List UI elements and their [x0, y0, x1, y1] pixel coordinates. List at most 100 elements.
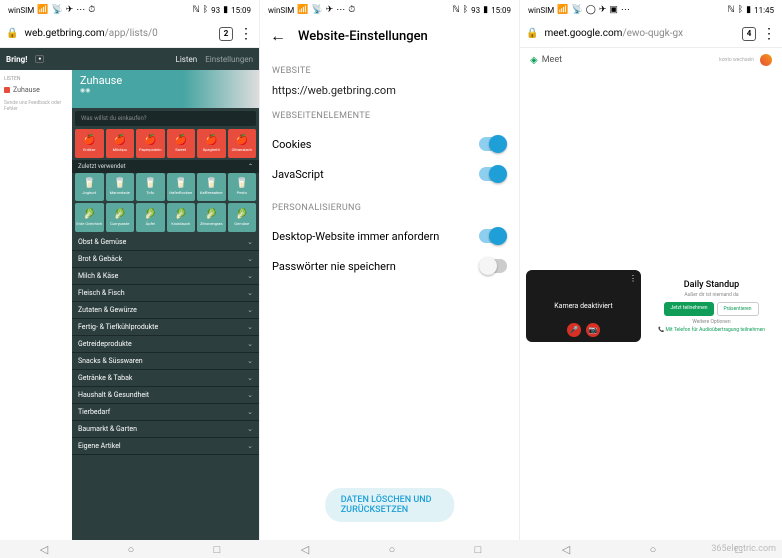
shopping-tile[interactable]: 🍎Spaghetti: [197, 129, 226, 158]
back-button[interactable]: ◁: [301, 543, 309, 556]
back-button[interactable]: ◁: [40, 543, 48, 556]
bring-logo: Bring!: [6, 55, 27, 64]
recent-tile[interactable]: 🥛Pesto: [228, 173, 257, 202]
toggle-passwords[interactable]: [479, 259, 507, 273]
category-row[interactable]: Baumarkt & Garten⌄: [72, 421, 259, 438]
more-icon: ⋯: [336, 5, 345, 15]
tab-count-button[interactable]: 4: [742, 27, 756, 41]
category-row[interactable]: Tierbedarf⌄: [72, 404, 259, 421]
chevron-down-icon: ⌄: [247, 340, 253, 348]
camera-preview: Kamera deaktiviert 🎤 📷 ⋮: [526, 270, 641, 342]
tab-count-button[interactable]: 2: [219, 27, 233, 41]
toggle-cookies[interactable]: [479, 137, 507, 151]
browser-url-bar[interactable]: 🔒 meet.google.com/ewo-qugk-gx 4 ⋮: [520, 20, 782, 48]
category-row[interactable]: Fleisch & Fisch⌄: [72, 285, 259, 302]
category-row[interactable]: Zutaten & Gewürze⌄: [72, 302, 259, 319]
home-button[interactable]: ○: [128, 543, 135, 556]
recent-tile[interactable]: 🥛Joghurt: [75, 173, 104, 202]
row-cookies[interactable]: Cookies: [272, 129, 507, 159]
reset-data-button[interactable]: DATEN LÖSCHEN UND ZURÜCKSETZEN: [325, 488, 455, 522]
recent-tile[interactable]: 🥛Haferflocken: [167, 173, 196, 202]
clock-time: 15:09: [491, 6, 511, 15]
meeting-title: Daily Standup: [647, 280, 776, 290]
category-row[interactable]: Obst & Gemüse⌄: [72, 234, 259, 251]
recent-section-label[interactable]: Zuletzt verwendet⌃: [72, 160, 259, 173]
more-icon: ⋯: [621, 5, 630, 15]
lock-icon: 🔒: [526, 28, 538, 39]
back-button[interactable]: ◁: [562, 543, 570, 556]
wifi-icon: 📡: [572, 5, 583, 15]
account-link[interactable]: konto wechseln: [719, 57, 754, 63]
recents-button[interactable]: □: [214, 543, 221, 556]
category-row[interactable]: Milch & Käse⌄: [72, 268, 259, 285]
shopping-tile[interactable]: 🍎Oltranslach: [228, 129, 257, 158]
present-button[interactable]: Präsentieren: [717, 302, 759, 316]
more-options-link[interactable]: Weitere Optionen: [647, 319, 776, 325]
sidebar-item-zuhause[interactable]: Zuhause: [4, 86, 68, 94]
category-row[interactable]: Haushalt & Gesundheit⌄: [72, 387, 259, 404]
recent-tile[interactable]: 🥛Tofu: [136, 173, 165, 202]
bluetooth-icon: ᛒ: [203, 5, 208, 15]
back-arrow-icon[interactable]: ←: [270, 26, 286, 46]
recent-tile[interactable]: 🥬Zitronengras: [197, 203, 226, 232]
bluetooth-icon: ᛒ: [463, 5, 468, 15]
toggle-javascript[interactable]: [479, 167, 507, 181]
nav-listen[interactable]: Listen: [176, 55, 198, 64]
recent-tile[interactable]: 🥬Äpfel: [136, 203, 165, 232]
category-row[interactable]: Brot & Gebäck⌄: [72, 251, 259, 268]
recent-tile[interactable]: 🥬Gemüse: [228, 203, 257, 232]
recent-tile[interactable]: 🥛Marmelade: [106, 173, 135, 202]
camera-button[interactable]: 📷: [586, 323, 600, 337]
category-row[interactable]: Getreideprodukte⌄: [72, 336, 259, 353]
recent-tile[interactable]: 🥛Kaffeesahne: [197, 173, 226, 202]
lock-icon: 🔒: [6, 28, 18, 39]
category-row[interactable]: Fertig- & Tiefkühlprodukte⌄: [72, 319, 259, 336]
recent-tile[interactable]: 🥬Currypaste: [106, 203, 135, 232]
preview-menu-icon[interactable]: ⋮: [629, 274, 637, 283]
row-javascript[interactable]: JavaScript: [272, 159, 507, 189]
badge: ●: [35, 55, 44, 63]
meet-header: ◈ Meet konto wechseln: [520, 48, 782, 72]
nfc-icon: ℕ: [453, 5, 460, 15]
battery-icon: ▮: [746, 5, 751, 15]
shopping-tile[interactable]: 🍎Sweet: [167, 129, 196, 158]
category-row[interactable]: Snacks & Süsswaren⌄: [72, 353, 259, 370]
feedback-link[interactable]: Sende uns Feedback oder Fehler: [4, 100, 68, 112]
mic-button[interactable]: 🎤: [567, 323, 581, 337]
more-icon: ⋯: [76, 5, 85, 15]
clock-icon: ⏱: [348, 5, 355, 15]
website-url: https://web.getbring.com: [272, 84, 507, 97]
carrier-label: winSIM: [268, 6, 294, 15]
recents-button[interactable]: □: [475, 543, 482, 556]
join-button[interactable]: Jetzt teilnehmen: [664, 302, 713, 316]
search-input[interactable]: Was willst du einkaufen?: [75, 111, 256, 126]
menu-dots-icon[interactable]: ⋮: [239, 27, 253, 41]
menu-dots-icon[interactable]: ⋮: [762, 27, 776, 41]
battery-icon: ▮: [223, 5, 228, 15]
category-row[interactable]: Getränke & Tabak⌄: [72, 370, 259, 387]
wifi-icon: 📡: [52, 5, 63, 15]
row-desktop-site[interactable]: Desktop-Website immer anfordern: [272, 221, 507, 251]
toggle-desktop[interactable]: [479, 229, 507, 243]
section-elements-label: WEBSEITENELEMENTE: [272, 111, 507, 121]
category-row[interactable]: Eigene Artikel⌄: [72, 438, 259, 455]
shopping-tile[interactable]: 🍎Paperpodeln: [136, 129, 165, 158]
home-button[interactable]: ○: [389, 543, 396, 556]
shopping-tile[interactable]: 🍎Erdöse: [75, 129, 104, 158]
recent-tile[interactable]: 🥬Erde Oriechich: [75, 203, 104, 232]
wifi-icon: 📡: [312, 5, 323, 15]
browser-url-bar[interactable]: 🔒 web.getbring.com/app/lists/0 2 ⋮: [0, 20, 259, 48]
recent-tile[interactable]: 🥬Knoblauch: [167, 203, 196, 232]
recent-items-row-2: 🥬Erde Oriechich🥬Currypaste🥬Äpfel🥬Knoblau…: [72, 203, 259, 232]
shopping-tile[interactable]: 🍎Milchpu: [106, 129, 135, 158]
chevron-down-icon: ⌄: [247, 374, 253, 382]
nav-settings[interactable]: Einstellungen: [205, 55, 253, 64]
section-website-label: WEBSITE: [272, 66, 507, 76]
home-button[interactable]: ○: [650, 543, 657, 556]
meet-logo: ◈ Meet: [530, 55, 562, 66]
chevron-down-icon: ⌄: [247, 442, 253, 450]
avatar[interactable]: [760, 54, 772, 66]
phone-audio-link[interactable]: 📞 Mit Telefon für Audioübertragung teiln…: [647, 327, 776, 333]
bring-sidebar: LISTEN Zuhause Sende uns Feedback oder F…: [0, 70, 72, 540]
row-passwords[interactable]: Passwörter nie speichern: [272, 251, 507, 281]
